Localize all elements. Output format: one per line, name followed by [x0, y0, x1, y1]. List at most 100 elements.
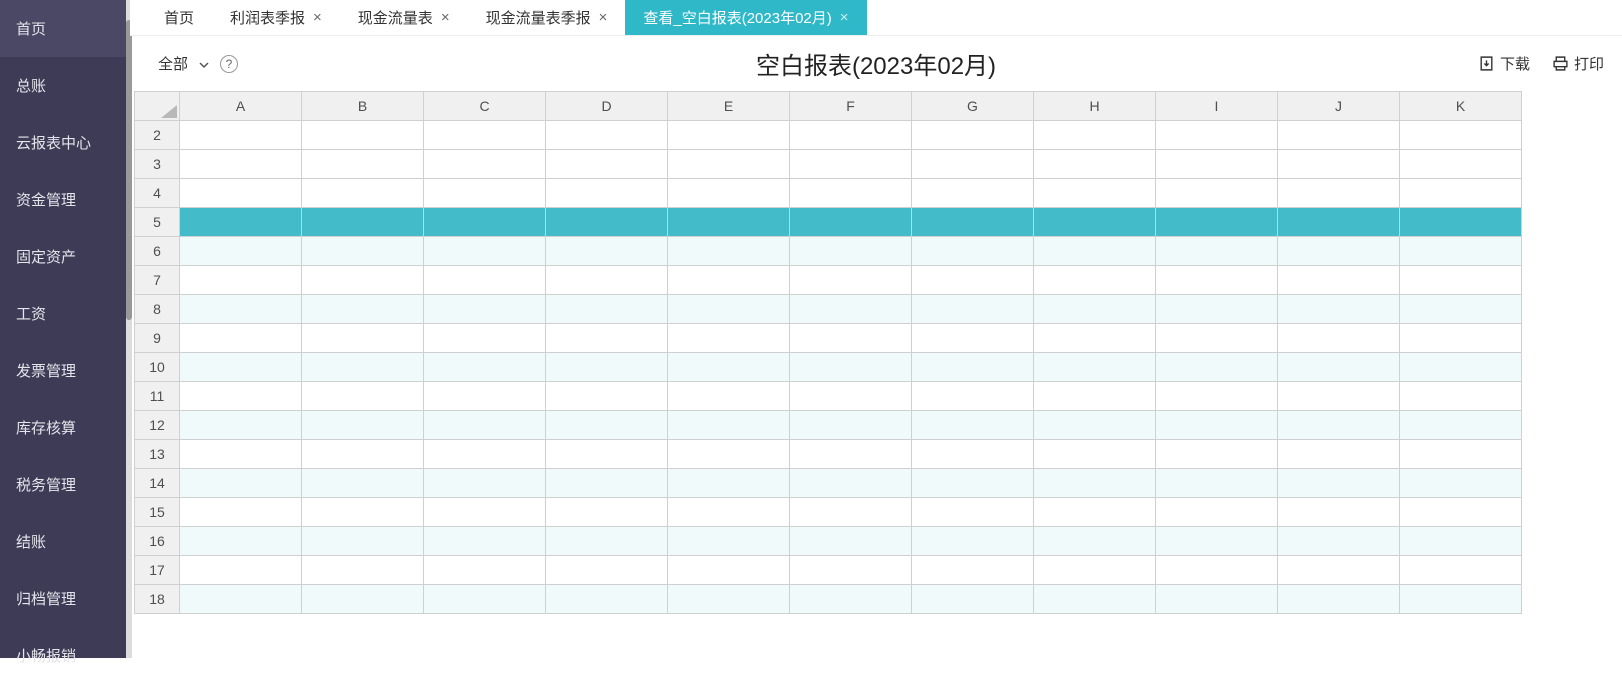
cell-E12[interactable]	[668, 411, 790, 440]
cell-D18[interactable]	[546, 585, 668, 614]
cell-J15[interactable]	[1278, 498, 1400, 527]
cell-B4[interactable]	[302, 179, 424, 208]
cell-K4[interactable]	[1400, 179, 1522, 208]
sidebar-item-7[interactable]: 库存核算	[0, 399, 130, 456]
cell-D12[interactable]	[546, 411, 668, 440]
row-header-14[interactable]: 14	[135, 469, 180, 498]
cell-H3[interactable]	[1034, 150, 1156, 179]
row-header-8[interactable]: 8	[135, 295, 180, 324]
cell-D10[interactable]	[546, 353, 668, 382]
row-header-17[interactable]: 17	[135, 556, 180, 585]
cell-J14[interactable]	[1278, 469, 1400, 498]
cell-H13[interactable]	[1034, 440, 1156, 469]
sidebar-item-5[interactable]: 工资	[0, 285, 130, 342]
cell-B9[interactable]	[302, 324, 424, 353]
cell-D13[interactable]	[546, 440, 668, 469]
cell-G10[interactable]	[912, 353, 1034, 382]
cell-D9[interactable]	[546, 324, 668, 353]
col-header-J[interactable]: J	[1278, 92, 1400, 121]
cell-I4[interactable]	[1156, 179, 1278, 208]
sidebar-item-3[interactable]: 资金管理	[0, 171, 130, 228]
cell-G8[interactable]	[912, 295, 1034, 324]
cell-K13[interactable]	[1400, 440, 1522, 469]
cell-G14[interactable]	[912, 469, 1034, 498]
cell-B10[interactable]	[302, 353, 424, 382]
cell-F12[interactable]	[790, 411, 912, 440]
tab-3[interactable]: 现金流量表季报×	[468, 0, 626, 35]
sidebar-item-2[interactable]: 云报表中心	[0, 114, 130, 171]
cell-F2[interactable]	[790, 121, 912, 150]
col-header-E[interactable]: E	[668, 92, 790, 121]
row-header-7[interactable]: 7	[135, 266, 180, 295]
cell-D16[interactable]	[546, 527, 668, 556]
cell-K16[interactable]	[1400, 527, 1522, 556]
cell-D11[interactable]	[546, 382, 668, 411]
spreadsheet[interactable]: ABCDEFGHIJK23456789101112131415161718	[130, 91, 1622, 658]
cell-I3[interactable]	[1156, 150, 1278, 179]
cell-F15[interactable]	[790, 498, 912, 527]
cell-K8[interactable]	[1400, 295, 1522, 324]
cell-J4[interactable]	[1278, 179, 1400, 208]
cell-B14[interactable]	[302, 469, 424, 498]
cell-H4[interactable]	[1034, 179, 1156, 208]
cell-H2[interactable]	[1034, 121, 1156, 150]
cell-G2[interactable]	[912, 121, 1034, 150]
cell-H15[interactable]	[1034, 498, 1156, 527]
cell-G13[interactable]	[912, 440, 1034, 469]
cell-E3[interactable]	[668, 150, 790, 179]
row-header-9[interactable]: 9	[135, 324, 180, 353]
cell-I5[interactable]	[1156, 208, 1278, 237]
row-header-12[interactable]: 12	[135, 411, 180, 440]
col-header-G[interactable]: G	[912, 92, 1034, 121]
tab-4[interactable]: 查看_空白报表(2023年02月)×	[625, 0, 866, 35]
row-header-4[interactable]: 4	[135, 179, 180, 208]
cell-H14[interactable]	[1034, 469, 1156, 498]
close-icon[interactable]: ×	[840, 10, 849, 25]
cell-G5[interactable]	[912, 208, 1034, 237]
cell-I6[interactable]	[1156, 237, 1278, 266]
col-header-A[interactable]: A	[180, 92, 302, 121]
cell-C11[interactable]	[424, 382, 546, 411]
download-button[interactable]: 下载	[1478, 53, 1530, 74]
cell-F5[interactable]	[790, 208, 912, 237]
tab-2[interactable]: 现金流量表×	[340, 0, 468, 35]
cell-D5[interactable]	[546, 208, 668, 237]
cell-D15[interactable]	[546, 498, 668, 527]
cell-F17[interactable]	[790, 556, 912, 585]
cell-F16[interactable]	[790, 527, 912, 556]
cell-C9[interactable]	[424, 324, 546, 353]
cell-H12[interactable]	[1034, 411, 1156, 440]
cell-A15[interactable]	[180, 498, 302, 527]
cell-H9[interactable]	[1034, 324, 1156, 353]
cell-A16[interactable]	[180, 527, 302, 556]
cell-K9[interactable]	[1400, 324, 1522, 353]
cell-C5[interactable]	[424, 208, 546, 237]
cell-I15[interactable]	[1156, 498, 1278, 527]
row-header-10[interactable]: 10	[135, 353, 180, 382]
row-header-11[interactable]: 11	[135, 382, 180, 411]
cell-E8[interactable]	[668, 295, 790, 324]
cell-K3[interactable]	[1400, 150, 1522, 179]
cell-E15[interactable]	[668, 498, 790, 527]
cell-D8[interactable]	[546, 295, 668, 324]
cell-K12[interactable]	[1400, 411, 1522, 440]
cell-K11[interactable]	[1400, 382, 1522, 411]
cell-J9[interactable]	[1278, 324, 1400, 353]
col-header-D[interactable]: D	[546, 92, 668, 121]
cell-E7[interactable]	[668, 266, 790, 295]
cell-A3[interactable]	[180, 150, 302, 179]
cell-E4[interactable]	[668, 179, 790, 208]
cell-B7[interactable]	[302, 266, 424, 295]
cell-B3[interactable]	[302, 150, 424, 179]
cell-I12[interactable]	[1156, 411, 1278, 440]
cell-A18[interactable]	[180, 585, 302, 614]
cell-J3[interactable]	[1278, 150, 1400, 179]
cell-I9[interactable]	[1156, 324, 1278, 353]
cell-F8[interactable]	[790, 295, 912, 324]
sidebar-item-10[interactable]: 归档管理	[0, 570, 130, 627]
cell-B16[interactable]	[302, 527, 424, 556]
cell-J17[interactable]	[1278, 556, 1400, 585]
cell-F6[interactable]	[790, 237, 912, 266]
cell-B11[interactable]	[302, 382, 424, 411]
cell-K7[interactable]	[1400, 266, 1522, 295]
